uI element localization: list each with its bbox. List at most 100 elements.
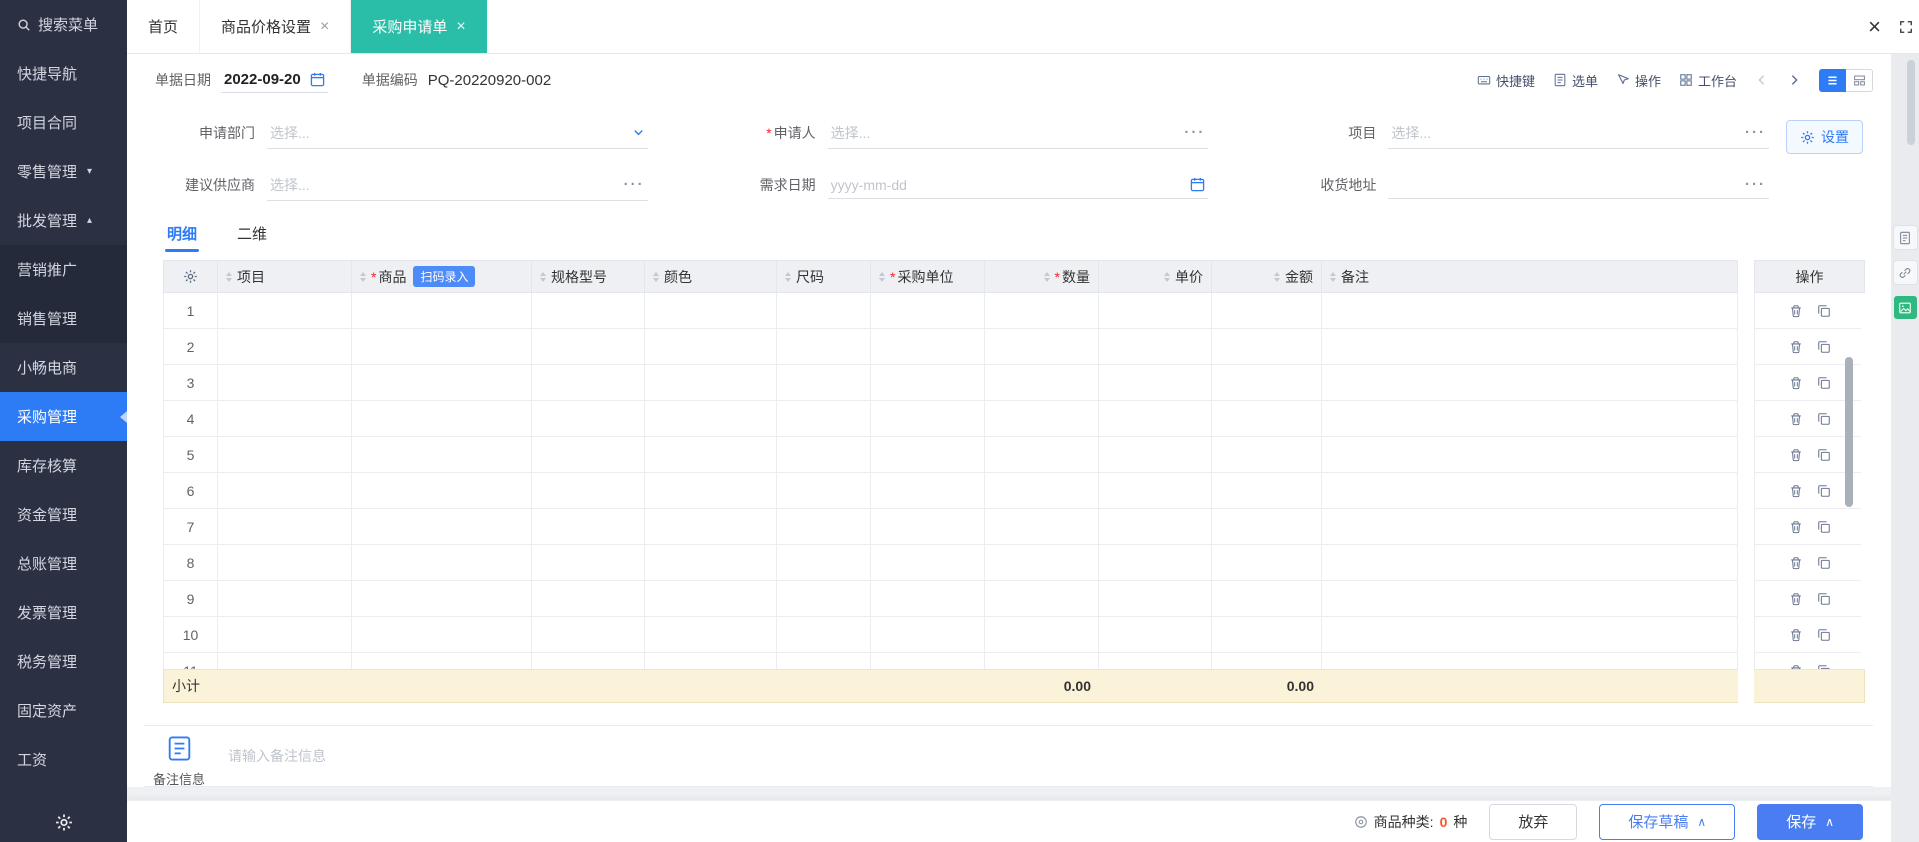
grid-cell-remark[interactable] [1322,365,1738,401]
column-header-purchase-unit[interactable]: * 采购单位 [871,260,985,293]
grid-cell-project[interactable] [218,581,352,617]
sidebar-item-retail-management[interactable]: 零售管理 ▾ [0,147,127,196]
grid-cell-spec-model[interactable] [532,437,645,473]
copy-row-icon[interactable] [1817,376,1831,390]
grid-cell-amount[interactable] [1212,509,1322,545]
grid-cell-quantity[interactable] [985,401,1099,437]
save-button[interactable]: 保存 ∧ [1757,803,1863,840]
delete-row-icon[interactable] [1789,304,1803,318]
grid-cell-amount[interactable] [1212,329,1322,365]
grid-cell-color[interactable] [645,653,777,669]
sidebar-item-quick-navigation[interactable]: 快捷导航 [0,49,127,98]
document-tool-icon[interactable] [1893,226,1917,249]
page-scrollbar[interactable] [1907,60,1915,145]
tab-product-price-settings[interactable]: 商品价格设置 × [200,0,352,53]
next-record-icon[interactable] [1787,73,1801,87]
grid-cell-purchase-unit[interactable] [871,329,985,365]
grid-cell-color[interactable] [645,437,777,473]
sort-icon[interactable] [1274,271,1280,282]
grid-cell-amount[interactable] [1212,617,1322,653]
sort-icon[interactable] [1043,271,1050,282]
sort-icon[interactable] [540,271,546,282]
grid-cell-color[interactable] [645,617,777,653]
sort-icon[interactable] [226,271,232,282]
close-tab-icon[interactable]: × [456,18,465,35]
grid-cell-project[interactable] [218,653,352,669]
column-header-amount[interactable]: 金额 [1212,260,1322,293]
grid-cell-product[interactable] [352,473,532,509]
grid-cell-amount[interactable] [1212,365,1322,401]
copy-row-icon[interactable] [1817,592,1831,606]
grid-cell-purchase-unit[interactable] [871,365,985,401]
grid-cell-spec-model[interactable] [532,293,645,329]
grid-cell-remark[interactable] [1322,653,1738,669]
grid-cell-size[interactable] [777,581,871,617]
delete-row-icon[interactable] [1789,520,1803,534]
grid-cell-spec-model[interactable] [532,365,645,401]
link-tool-icon[interactable] [1893,261,1917,284]
grid-cell-purchase-unit[interactable] [871,581,985,617]
grid-cell-project[interactable] [218,401,352,437]
sidebar-item-sales-management[interactable]: 销售管理 [0,294,127,343]
column-header-product[interactable]: * 商品 扫码录入 [352,260,532,293]
grid-cell-size[interactable] [777,617,871,653]
grid-cell-project[interactable] [218,365,352,401]
grid-cell-remark[interactable] [1322,401,1738,437]
grid-cell-size[interactable] [777,653,871,669]
grid-cell-product[interactable] [352,329,532,365]
copy-row-icon[interactable] [1817,520,1831,534]
save-draft-button[interactable]: 保存草稿 ∧ [1599,803,1736,840]
grid-cell-product[interactable] [352,437,532,473]
grid-cell-product[interactable] [352,617,532,653]
grid-cell-project[interactable] [218,293,352,329]
ellipsis-icon[interactable]: ··· [1745,177,1766,192]
calendar-icon[interactable] [1190,177,1205,192]
tool-operations[interactable]: 操作 [1616,71,1661,90]
column-header-size[interactable]: 尺码 [777,260,871,293]
grid-cell-unit-price[interactable] [1099,545,1212,581]
grid-cell-product[interactable] [352,401,532,437]
grid-cell-remark[interactable] [1322,545,1738,581]
column-header-spec-model[interactable]: 规格型号 [532,260,645,293]
grid-cell-spec-model[interactable] [532,617,645,653]
grid-cell-purchase-unit[interactable] [871,473,985,509]
grid-cell-project[interactable] [218,545,352,581]
grid-cell-remark[interactable] [1322,617,1738,653]
grid-cell-project[interactable] [218,509,352,545]
grid-cell-amount[interactable] [1212,437,1322,473]
delete-row-icon[interactable] [1789,664,1803,669]
grid-cell-amount[interactable] [1212,293,1322,329]
copy-row-icon[interactable] [1817,628,1831,642]
grid-cell-purchase-unit[interactable] [871,437,985,473]
grid-settings-gear-icon[interactable] [163,260,218,293]
grid-cell-spec-model[interactable] [532,581,645,617]
grid-cell-color[interactable] [645,365,777,401]
grid-cell-quantity[interactable] [985,365,1099,401]
copy-row-icon[interactable] [1817,664,1831,669]
grid-cell-quantity[interactable] [985,545,1099,581]
column-header-quantity[interactable]: * 数量 [985,260,1099,293]
delivery-address-input[interactable]: ··· [1388,171,1770,199]
grid-cell-unit-price[interactable] [1099,473,1212,509]
copy-row-icon[interactable] [1817,340,1831,354]
sidebar-item-inventory-accounting[interactable]: 库存核算 [0,441,127,490]
delete-row-icon[interactable] [1789,340,1803,354]
sort-icon[interactable] [360,271,366,282]
copy-row-icon[interactable] [1817,304,1831,318]
request-department-input[interactable]: 选择... [267,118,648,149]
column-header-unit-price[interactable]: 单价 [1099,260,1212,293]
tool-pick-list[interactable]: 选单 [1553,71,1598,90]
sort-icon[interactable] [1164,271,1170,282]
sidebar-item-purchase-management[interactable]: 采购管理 [0,392,127,441]
grid-cell-quantity[interactable] [985,581,1099,617]
grid-cell-size[interactable] [777,365,871,401]
grid-cell-product[interactable] [352,365,532,401]
grid-cell-amount[interactable] [1212,653,1322,669]
delete-row-icon[interactable] [1789,628,1803,642]
grid-cell-unit-price[interactable] [1099,293,1212,329]
grid-cell-project[interactable] [218,437,352,473]
copy-row-icon[interactable] [1817,448,1831,462]
grid-cell-spec-model[interactable] [532,509,645,545]
grid-cell-size[interactable] [777,437,871,473]
delete-row-icon[interactable] [1789,484,1803,498]
